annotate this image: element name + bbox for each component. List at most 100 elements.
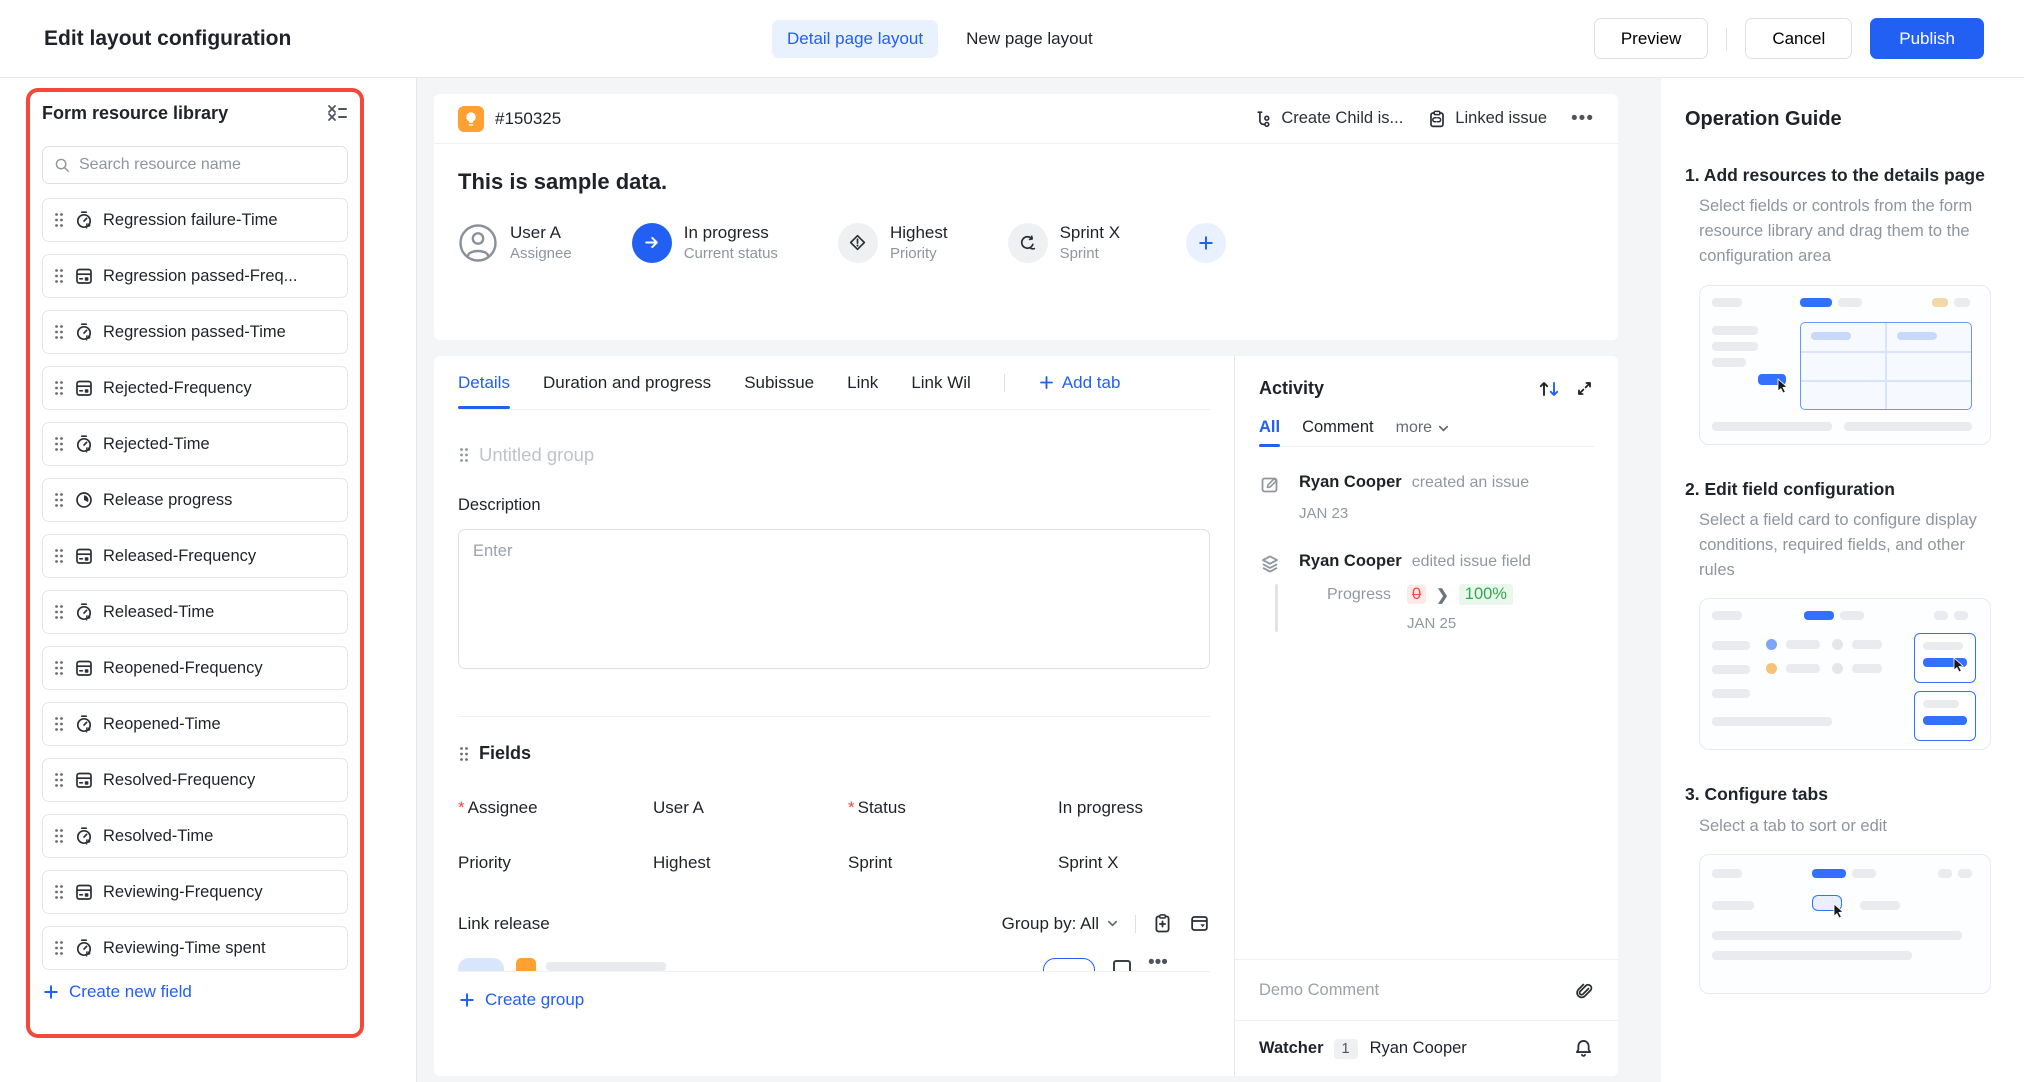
resource-item[interactable]: Resolved-Time: [42, 814, 348, 858]
more-actions-button[interactable]: •••: [1571, 108, 1594, 130]
drag-handle-icon[interactable]: [458, 446, 470, 464]
field-value-status[interactable]: In progress: [1058, 798, 1210, 818]
activity-tab-comment[interactable]: Comment: [1302, 418, 1374, 446]
issue-title: This is sample data.: [458, 169, 668, 194]
tab-detail-page-layout[interactable]: Detail page layout: [772, 20, 939, 58]
tab-link[interactable]: Link: [847, 356, 878, 409]
tab-link-wil[interactable]: Link Wil: [911, 356, 971, 409]
resource-item[interactable]: Released-Frequency: [42, 534, 348, 578]
resource-item[interactable]: Reviewing-Frequency: [42, 870, 348, 914]
resource-item[interactable]: Regression failure-Time: [42, 198, 348, 242]
create-new-field-button[interactable]: Create new field: [42, 982, 348, 1002]
publish-button[interactable]: Publish: [1870, 18, 1984, 59]
assignee-chip[interactable]: User A Assignee: [458, 222, 572, 264]
collapse-panel-icon[interactable]: [326, 102, 348, 124]
resource-item[interactable]: Rejected-Time: [42, 422, 348, 466]
resource-item[interactable]: Regression passed-Freq...: [42, 254, 348, 298]
link-release-row: Link release Group by: All: [458, 913, 1210, 934]
guide-step-1: 1. Add resources to the details page Sel…: [1685, 163, 1991, 445]
sprint-chip[interactable]: Sprint X Sprint: [1007, 222, 1120, 264]
cursor-icon: [1832, 903, 1846, 919]
resource-item[interactable]: Reopened-Frequency: [42, 646, 348, 690]
field-label-status[interactable]: * Status: [848, 798, 1058, 818]
toolbar-divider: [1135, 914, 1136, 933]
field-label-assignee[interactable]: * Assignee: [458, 798, 653, 818]
group-title[interactable]: Untitled group: [479, 444, 594, 466]
linked-issue-button[interactable]: Linked issue: [1427, 109, 1547, 129]
tab-duration-progress[interactable]: Duration and progress: [543, 356, 711, 409]
cursor-icon: [1952, 657, 1966, 673]
guide-title: Operation Guide: [1685, 108, 1842, 130]
clipped-linked-item-row: •••: [458, 958, 1210, 971]
field-label-sprint[interactable]: Sprint: [848, 853, 1058, 873]
frequency-field-icon: [74, 770, 94, 790]
create-group-button[interactable]: Create group: [458, 990, 1210, 1010]
watcher-bar: Watcher 1 Ryan Cooper: [1235, 1020, 1618, 1076]
resource-item[interactable]: Reviewing-Time spent: [42, 926, 348, 970]
activity-entry: Ryan Cooper edited issue field Progress 0…: [1259, 552, 1594, 632]
drag-handle-icon[interactable]: [53, 827, 65, 845]
priority-chip[interactable]: Highest Priority: [837, 222, 948, 264]
create-child-issue-button[interactable]: Create Child is...: [1253, 109, 1403, 129]
comment-input[interactable]: [1259, 980, 1561, 1000]
activity-tab-all[interactable]: All: [1259, 418, 1281, 447]
field-value-assignee[interactable]: User A: [653, 798, 848, 818]
status-chip[interactable]: In progress Current status: [631, 222, 778, 264]
drag-handle-icon[interactable]: [53, 211, 65, 229]
old-value: 0: [1407, 585, 1427, 604]
tab-subissue[interactable]: Subissue: [744, 356, 814, 409]
field-value-sprint[interactable]: Sprint X: [1058, 853, 1210, 873]
resource-item[interactable]: Rejected-Frequency: [42, 366, 348, 410]
issue-id: #150325: [495, 108, 562, 128]
add-tab-button[interactable]: Add tab: [1038, 373, 1120, 393]
resource-item[interactable]: Released-Time: [42, 590, 348, 634]
drag-handle-icon[interactable]: [53, 379, 65, 397]
drag-handle-icon[interactable]: [53, 939, 65, 957]
resource-search[interactable]: [42, 146, 348, 184]
operation-guide-panel: Operation Guide 1. Add resources to the …: [1661, 78, 2024, 1082]
field-value-priority[interactable]: Highest: [653, 853, 848, 873]
drag-handle-icon[interactable]: [53, 771, 65, 789]
board-add-icon[interactable]: [1152, 913, 1173, 934]
preview-button[interactable]: Preview: [1593, 18, 1709, 59]
detail-tabs: Details Duration and progress Subissue L…: [458, 356, 1210, 410]
guide-illustration-1: [1699, 284, 1991, 445]
drag-handle-icon[interactable]: [53, 883, 65, 901]
frequency-field-icon: [74, 378, 94, 398]
avatar-icon: [458, 222, 498, 263]
resource-item[interactable]: Regression passed-Time: [42, 310, 348, 354]
bell-icon[interactable]: [1573, 1038, 1594, 1059]
drag-handle-icon[interactable]: [53, 659, 65, 677]
drag-handle-icon[interactable]: [53, 715, 65, 733]
search-input[interactable]: [79, 156, 337, 174]
link-release-label[interactable]: Link release: [458, 914, 550, 934]
add-field-chip[interactable]: [1186, 222, 1227, 263]
guide-step-body: Select a field card to configure display…: [1699, 511, 1977, 579]
resource-item[interactable]: Release progress: [42, 478, 348, 522]
drag-handle-icon[interactable]: [53, 267, 65, 285]
priority-icon: [837, 222, 878, 263]
panel-filter-icon[interactable]: [1189, 913, 1210, 934]
subtask-tree-icon: [1253, 109, 1273, 129]
cancel-button[interactable]: Cancel: [1745, 18, 1853, 59]
resource-item[interactable]: Resolved-Frequency: [42, 758, 348, 802]
drag-handle-icon[interactable]: [53, 547, 65, 565]
paperclip-icon[interactable]: [1573, 980, 1594, 1001]
expand-icon[interactable]: [1575, 379, 1594, 398]
drag-handle-icon[interactable]: [53, 603, 65, 621]
drag-handle-icon[interactable]: [458, 745, 470, 763]
resource-item[interactable]: Reopened-Time: [42, 702, 348, 746]
field-label-priority[interactable]: Priority: [458, 853, 653, 873]
drag-handle-icon[interactable]: [53, 435, 65, 453]
drag-handle-icon[interactable]: [53, 491, 65, 509]
tab-details[interactable]: Details: [458, 356, 510, 409]
group-by-dropdown[interactable]: Group by: All: [1002, 914, 1119, 934]
tab-new-page-layout[interactable]: New page layout: [966, 29, 1093, 49]
change-arrow-icon: ❯: [1436, 586, 1449, 604]
guide-step-heading: 1. Add resources to the details page: [1685, 165, 1985, 185]
activity-tab-more[interactable]: more: [1396, 419, 1450, 446]
sort-order-icon[interactable]: [1539, 379, 1559, 399]
chevron-down-icon: [1437, 422, 1450, 435]
description-input[interactable]: [458, 529, 1210, 669]
drag-handle-icon[interactable]: [53, 323, 65, 341]
